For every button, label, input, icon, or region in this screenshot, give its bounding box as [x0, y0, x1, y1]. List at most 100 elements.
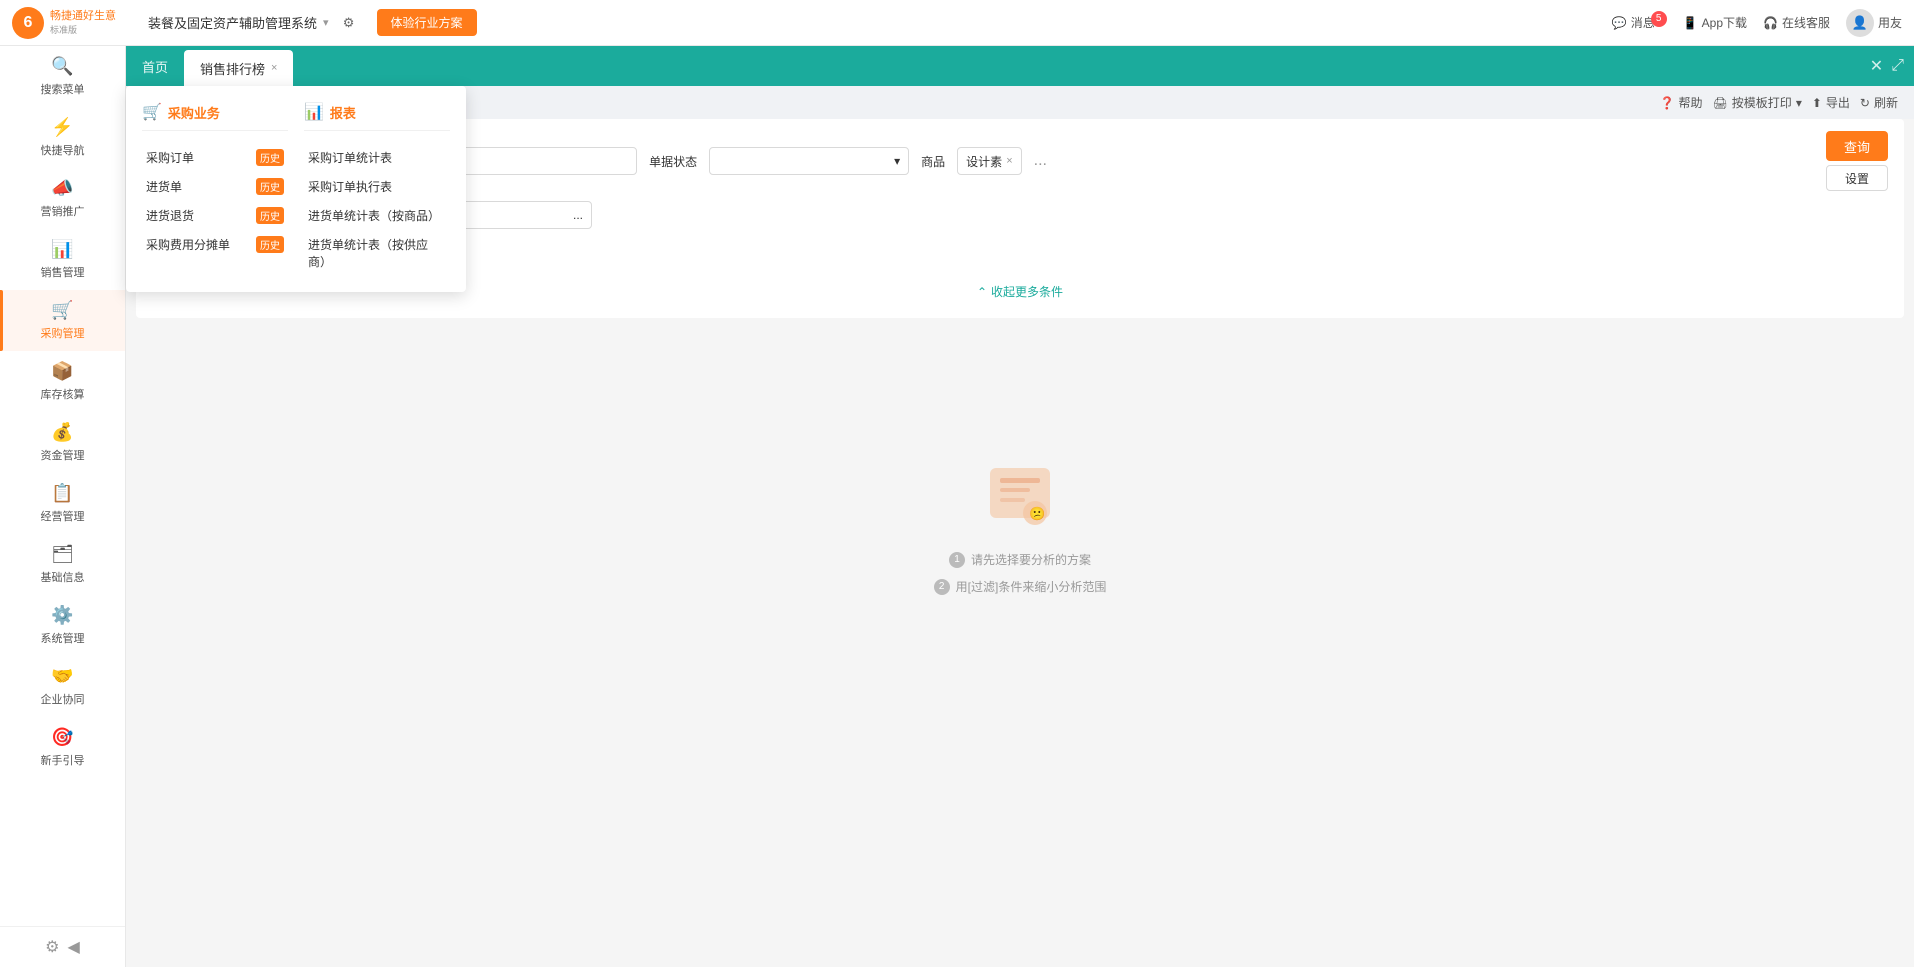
dropdown-purchase-order-stats[interactable]: 采购订单统计表: [304, 143, 450, 172]
bottom-settings-icon[interactable]: ⚙: [45, 937, 59, 957]
action-buttons: 查询 设置: [1826, 131, 1888, 191]
history-badge-2: 历史: [256, 178, 284, 195]
online-service-btn[interactable]: 🎧 在线客服: [1763, 14, 1830, 31]
box-icon: 📦: [51, 361, 73, 382]
sidebar-item-purchase[interactable]: 🛒 采购管理: [0, 290, 125, 351]
tab-close-icon[interactable]: ×: [271, 62, 277, 74]
logo-text: 畅捷通好生意: [50, 9, 116, 23]
dropdown-purchase-order-exec[interactable]: 采购订单执行表: [304, 172, 450, 201]
empty-illustration: 😕: [970, 448, 1070, 541]
tab-home[interactable]: 首页: [126, 46, 184, 86]
report-col-title: 📊 报表: [304, 102, 450, 131]
cart-icon: 🛒: [51, 300, 73, 321]
tab-maximize-icon[interactable]: ⤢: [1891, 57, 1904, 75]
dropdown-inbound-stats-supplier[interactable]: 进货单统计表（按供应商）: [304, 230, 450, 276]
headset-icon: 🎧: [1763, 16, 1778, 30]
tab-bar: 首页 销售排行榜 × ✕ ⤢: [126, 46, 1914, 86]
dropdown-arrow-icon[interactable]: ▾: [323, 16, 329, 29]
dropdown-purchase-order[interactable]: 采购订单 历史: [142, 143, 288, 172]
settings-button[interactable]: 设置: [1826, 165, 1888, 191]
goods-tag-close[interactable]: ×: [1006, 155, 1012, 167]
empty-step-1: 1 请先选择要分析的方案: [949, 551, 1091, 568]
sidebar-item-newbie[interactable]: 🎯 新手引导: [0, 717, 125, 778]
chevron-down-icon: ▾: [894, 154, 900, 168]
phone-icon: 📱: [1683, 16, 1698, 30]
purchase-col-title: 🛒 采购业务: [142, 102, 288, 131]
sidebar-item-enterprise[interactable]: 🤝 企业协同: [0, 656, 125, 717]
megaphone-icon: 📣: [51, 178, 73, 199]
print-icon: 🖨: [1713, 96, 1728, 110]
sidebar-item-basic-info[interactable]: 🗂 基础信息: [0, 534, 125, 595]
sidebar-item-search[interactable]: 🔍 搜索菜单: [0, 46, 125, 107]
logo-area: 6 畅捷通好生意 标准版: [12, 7, 138, 39]
refresh-button[interactable]: ↻ 刷新: [1860, 94, 1898, 111]
top-bar: 6 畅捷通好生意 标准版 装餐及固定资产辅助管理系统 ▾ ⚙ 体验行业方案 💬 …: [0, 0, 1914, 46]
report-col-icon: 📊: [304, 102, 324, 122]
collapse-sidebar-icon[interactable]: ◀: [68, 937, 80, 957]
help-button[interactable]: ❓ 帮助: [1660, 94, 1703, 111]
search-icon: 🔍: [51, 56, 73, 77]
notification-badge: 5: [1651, 11, 1667, 27]
messages-btn[interactable]: 💬 消息 5: [1612, 14, 1667, 31]
tab-close-window-icon[interactable]: ✕: [1870, 56, 1883, 76]
sidebar-bottom: ⚙ ◀: [0, 926, 125, 967]
dropdown-inbound[interactable]: 进货单 历史: [142, 172, 288, 201]
sidebar-item-sales[interactable]: 📊 销售管理: [0, 229, 125, 290]
sidebar-item-quick-nav[interactable]: ⚡ 快捷导航: [0, 107, 125, 168]
status-select[interactable]: ▾: [709, 147, 909, 175]
purchase-col: 🛒 采购业务 采购订单 历史 进货单 历史 进货退货 历史 采购费用分摊单 历史: [142, 102, 288, 276]
avatar: 👤: [1846, 9, 1874, 37]
help-icon: ❓: [1660, 96, 1675, 110]
sidebar-item-marketing[interactable]: 📣 营销推广: [0, 168, 125, 229]
app-download-btn[interactable]: 📱 App下载: [1683, 14, 1747, 31]
purchase-col-icon: 🛒: [142, 102, 162, 122]
chart-icon: 📊: [51, 239, 73, 260]
user-menu[interactable]: 👤 用友: [1846, 9, 1902, 37]
target-icon: 🎯: [51, 727, 73, 748]
export-button[interactable]: ⬆ 导出: [1812, 94, 1850, 111]
sidebar-item-inventory[interactable]: 📦 库存核算: [0, 351, 125, 412]
sidebar: 🔍 搜索菜单 ⚡ 快捷导航 📣 营销推广 📊 销售管理 🛒 采购管理 📦: [0, 46, 126, 967]
tab-right-buttons: ✕ ⤢: [1870, 56, 1914, 76]
clipboard-icon: 📋: [51, 483, 73, 504]
handshake-icon: 🤝: [51, 666, 73, 687]
message-icon: 💬: [1612, 16, 1627, 30]
tab-sales-ranking[interactable]: 销售排行榜 ×: [184, 50, 293, 86]
purchase-dropdown-menu: 🛒 采购业务 采购订单 历史 进货单 历史 进货退货 历史 采购费用分摊单 历史: [126, 86, 466, 292]
refresh-icon: ↻: [1860, 96, 1870, 110]
svg-text:😕: 😕: [1029, 506, 1045, 521]
gear-icon: ⚙️: [51, 605, 73, 626]
top-right-area: 💬 消息 5 📱 App下载 🎧 在线客服 👤 用友: [1612, 9, 1902, 37]
system-title-text: 装餐及固定资产辅助管理系统: [148, 13, 317, 32]
dropdown-purchase-expense[interactable]: 采购费用分摊单 历史: [142, 230, 288, 259]
export-icon: ⬆: [1812, 96, 1822, 110]
system-title: 装餐及固定资产辅助管理系统 ▾ ⚙ 体验行业方案: [138, 9, 1612, 37]
folder-icon: 🗂: [51, 544, 74, 565]
print-dropdown-icon: ▾: [1796, 96, 1802, 110]
sidebar-item-finance[interactable]: 💰 资金管理: [0, 412, 125, 473]
empty-step-2: 2 用[过滤]条件来缩小分析范围: [934, 578, 1107, 595]
goods-more-dots[interactable]: ...: [1034, 152, 1047, 170]
experience-button[interactable]: 体验行业方案: [377, 9, 477, 36]
report-col: 📊 报表 采购订单统计表 采购订单执行表 进货单统计表（按商品） 进货单统计表（…: [304, 102, 450, 276]
money-icon: 💰: [51, 422, 73, 443]
logo-icon: 6: [12, 7, 44, 39]
dropdown-inbound-return[interactable]: 进货退货 历史: [142, 201, 288, 230]
settings-icon[interactable]: ⚙: [335, 9, 363, 37]
history-badge-3: 历史: [256, 207, 284, 224]
sidebar-item-operations[interactable]: 📋 经营管理: [0, 473, 125, 534]
query-button[interactable]: 查询: [1826, 131, 1888, 161]
goods-tag: 设计素 ×: [957, 147, 1021, 175]
sidebar-item-system[interactable]: ⚙️ 系统管理: [0, 595, 125, 656]
status-label: 单据状态: [649, 153, 697, 170]
app-container: 6 畅捷通好生意 标准版 装餐及固定资产辅助管理系统 ▾ ⚙ 体验行业方案 💬 …: [0, 0, 1914, 967]
dropdown-inbound-stats-goods[interactable]: 进货单统计表（按商品）: [304, 201, 450, 230]
goods-label: 商品: [921, 153, 945, 170]
empty-state: 😕 1 请先选择要分析的方案 2 用[过滤]条件来缩小分析范围: [126, 388, 1914, 655]
collapse-up-icon: ⌃: [977, 285, 987, 299]
lightning-icon: ⚡: [51, 117, 73, 138]
logo-badge: 标准版: [50, 23, 116, 36]
print-template-button[interactable]: 🖨 按模板打印 ▾: [1713, 94, 1802, 111]
history-badge: 历史: [256, 149, 284, 166]
history-badge-4: 历史: [256, 236, 284, 253]
